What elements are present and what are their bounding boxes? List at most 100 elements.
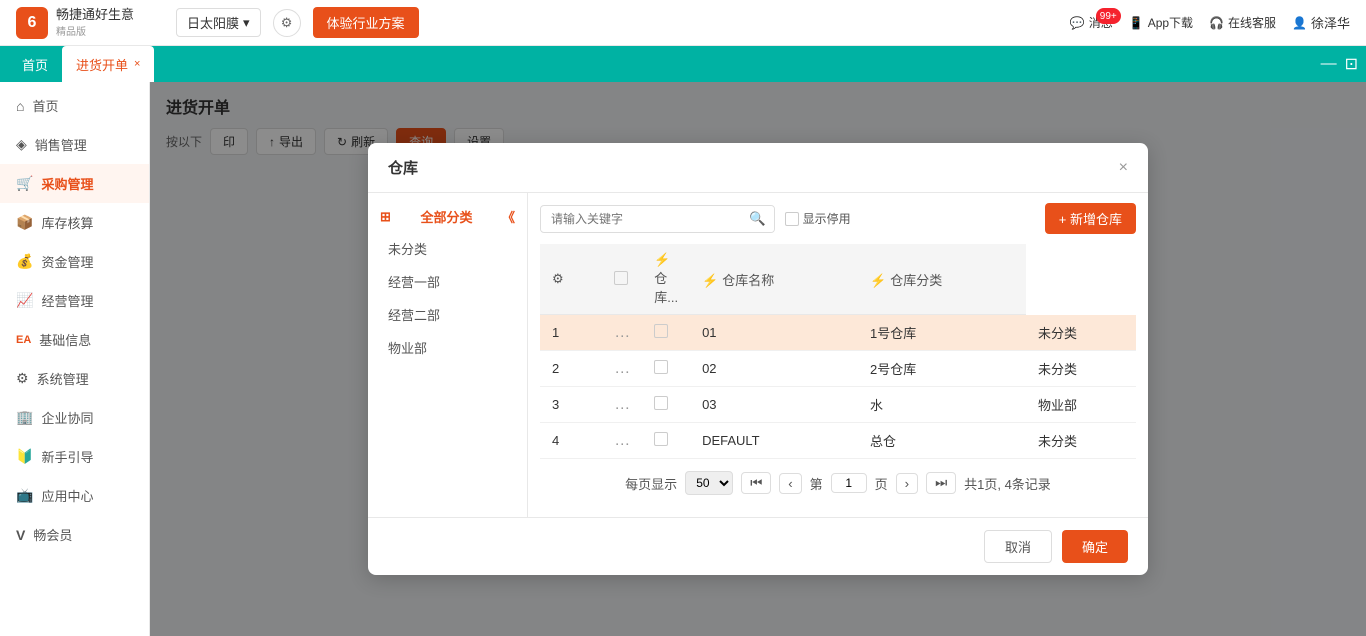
cancel-button[interactable]: 取消 — [984, 530, 1052, 563]
table-panel: 🔍 显示停用 + 新增仓库 — [528, 193, 1148, 517]
sidebar-item-sales[interactable]: ◈ 销售管理 — [0, 125, 149, 164]
show-disabled-checkbox[interactable] — [785, 212, 799, 226]
row-actions-icon[interactable]: … — [614, 360, 630, 377]
logo-area: 6 畅捷通好生意 精品版 — [16, 7, 176, 39]
user-item[interactable]: 👤 徐泽华 — [1292, 13, 1350, 32]
page-label: 页 — [875, 474, 888, 493]
row-code: DEFAULT — [690, 423, 858, 459]
prev-page-button[interactable]: ‹ — [779, 473, 801, 494]
row-checkbox-cell — [642, 315, 690, 351]
last-page-button[interactable]: ⏭ — [926, 472, 956, 494]
tab-close-icon[interactable]: × — [134, 58, 140, 70]
sidebar-item-operations[interactable]: 📈 经营管理 — [0, 281, 149, 320]
row-actions-icon[interactable]: … — [614, 396, 630, 413]
row-checkbox[interactable] — [654, 396, 668, 410]
row-actions-icon[interactable]: … — [614, 324, 630, 341]
select-all-checkbox[interactable] — [614, 271, 628, 285]
message-badge: 99+ — [1096, 8, 1121, 24]
sidebar-item-inventory[interactable]: 📦 库存核算 — [0, 203, 149, 242]
row-number: 1 — [540, 315, 602, 351]
sidebar-item-basic-info[interactable]: EA 基础信息 — [0, 320, 149, 359]
sidebar-item-vip[interactable]: V 畅会员 — [0, 515, 149, 554]
table-row[interactable]: 1… 01 1号仓库 未分类 — [540, 315, 1136, 351]
confirm-button[interactable]: 确定 — [1062, 530, 1128, 563]
category-item-0[interactable]: 未分类 — [368, 232, 527, 265]
row-category: 未分类 — [1026, 351, 1136, 387]
message-icon: 💬 — [1070, 16, 1085, 30]
sidebar-item-system[interactable]: ⚙ 系统管理 — [0, 359, 149, 398]
sidebar: ⌂ 首页 ◈ 销售管理 🛒 采购管理 📦 库存核算 💰 资金管理 📈 经营管理 … — [0, 82, 150, 636]
category-item-1[interactable]: 经营一部 — [368, 265, 527, 298]
search-button[interactable]: 🔍 — [741, 206, 774, 232]
row-name: 2号仓库 — [858, 351, 1026, 387]
add-warehouse-button[interactable]: + 新增仓库 — [1045, 203, 1136, 234]
chevron-down-icon: ▾ — [243, 15, 250, 31]
row-name: 总仓 — [858, 423, 1026, 459]
table-row[interactable]: 4… DEFAULT 总仓 未分类 — [540, 423, 1136, 459]
per-page-select[interactable]: 50 — [685, 471, 733, 495]
nav-expand-icon[interactable]: ⊡ — [1345, 54, 1358, 74]
per-page-label: 每页显示 — [625, 474, 677, 493]
main-layout: ⌂ 首页 ◈ 销售管理 🛒 采购管理 📦 库存核算 💰 资金管理 📈 经营管理 … — [0, 82, 1366, 636]
purchase-icon: 🛒 — [16, 175, 33, 192]
category-panel: ⊞ 全部分类 《 未分类 经营一部 经营二部 — [368, 193, 528, 517]
online-service-item[interactable]: 🎧 在线客服 — [1209, 14, 1276, 31]
row-code: 02 — [690, 351, 858, 387]
row-name: 1号仓库 — [858, 315, 1026, 351]
next-page-button[interactable]: › — [896, 473, 918, 494]
warehouse-modal: 仓库 × ⊞ 全部分类 《 未分类 — [368, 143, 1148, 575]
sidebar-item-label: 系统管理 — [37, 369, 89, 388]
th-name: ⚡仓库名称 — [690, 244, 858, 315]
th-checkbox — [602, 244, 642, 315]
modal-overlay: 仓库 × ⊞ 全部分类 《 未分类 — [150, 82, 1366, 636]
sidebar-item-label: 应用中心 — [41, 486, 93, 505]
row-category: 未分类 — [1026, 315, 1136, 351]
category-item-2[interactable]: 经营二部 — [368, 298, 527, 331]
table-row[interactable]: 3… 03 水 物业部 — [540, 387, 1136, 423]
app-download-item[interactable]: 📱 App下载 — [1129, 14, 1193, 31]
tab-purchase-order[interactable]: 进货开单 × — [62, 46, 154, 82]
row-checkbox-cell — [642, 423, 690, 459]
inventory-icon: 📦 — [16, 214, 33, 231]
pagination: 每页显示 50 ⏮ ‹ 第 页 › ⏭ 共1页, 4条记录 — [540, 459, 1136, 507]
store-name: 日太阳膜 — [187, 13, 239, 32]
all-categories-item[interactable]: ⊞ 全部分类 《 — [368, 201, 527, 232]
nav-right: — ⊡ — [1321, 54, 1358, 74]
row-checkbox[interactable] — [654, 432, 668, 446]
first-page-button[interactable]: ⏮ — [741, 472, 771, 494]
trial-button[interactable]: 体验行业方案 — [313, 7, 419, 38]
table-row[interactable]: 2… 02 2号仓库 未分类 — [540, 351, 1136, 387]
nav-minimize-icon[interactable]: — — [1321, 55, 1337, 73]
top-header: 6 畅捷通好生意 精品版 日太阳膜 ▾ ⚙ 体验行业方案 💬 99+ 消息 📱 … — [0, 0, 1366, 46]
modal-title: 仓库 — [388, 157, 418, 178]
sidebar-item-purchase[interactable]: 🛒 采购管理 — [0, 164, 149, 203]
sidebar-item-enterprise[interactable]: 🏢 企业协同 — [0, 398, 149, 437]
table-toolbar: 🔍 显示停用 + 新增仓库 — [540, 203, 1136, 234]
category-item-3[interactable]: 物业部 — [368, 331, 527, 364]
grid-icon: ⊞ — [380, 209, 391, 225]
page-input[interactable] — [831, 473, 867, 493]
sidebar-item-finance[interactable]: 💰 资金管理 — [0, 242, 149, 281]
search-input[interactable] — [541, 207, 741, 231]
sidebar-item-label: 基础信息 — [39, 330, 91, 349]
sidebar-item-guide[interactable]: 🔰 新手引导 — [0, 437, 149, 476]
table-header-row: ⚙ ⚡仓库... ⚡仓库名称 ⚡仓库分类 — [540, 244, 1136, 315]
row-category: 未分类 — [1026, 423, 1136, 459]
operations-icon: 📈 — [16, 292, 33, 309]
gear-icon: ⚙ — [552, 271, 564, 286]
store-selector[interactable]: 日太阳膜 ▾ — [176, 8, 261, 37]
tab-home[interactable]: 首页 — [8, 46, 62, 82]
modal-close-button[interactable]: × — [1119, 159, 1128, 177]
header-mid: 日太阳膜 ▾ ⚙ 体验行业方案 — [176, 7, 1070, 38]
show-disabled-label[interactable]: 显示停用 — [785, 210, 851, 227]
row-actions-cell: … — [602, 423, 642, 459]
row-checkbox[interactable] — [654, 324, 668, 338]
row-actions-icon[interactable]: … — [614, 432, 630, 449]
settings-button[interactable]: ⚙ — [273, 9, 301, 37]
sidebar-item-app-center[interactable]: 📺 应用中心 — [0, 476, 149, 515]
row-checkbox[interactable] — [654, 360, 668, 374]
modal-header: 仓库 × — [368, 143, 1148, 193]
logo-icon: 6 — [16, 7, 48, 39]
sidebar-item-home[interactable]: ⌂ 首页 — [0, 86, 149, 125]
message-item[interactable]: 💬 99+ 消息 — [1070, 14, 1113, 31]
